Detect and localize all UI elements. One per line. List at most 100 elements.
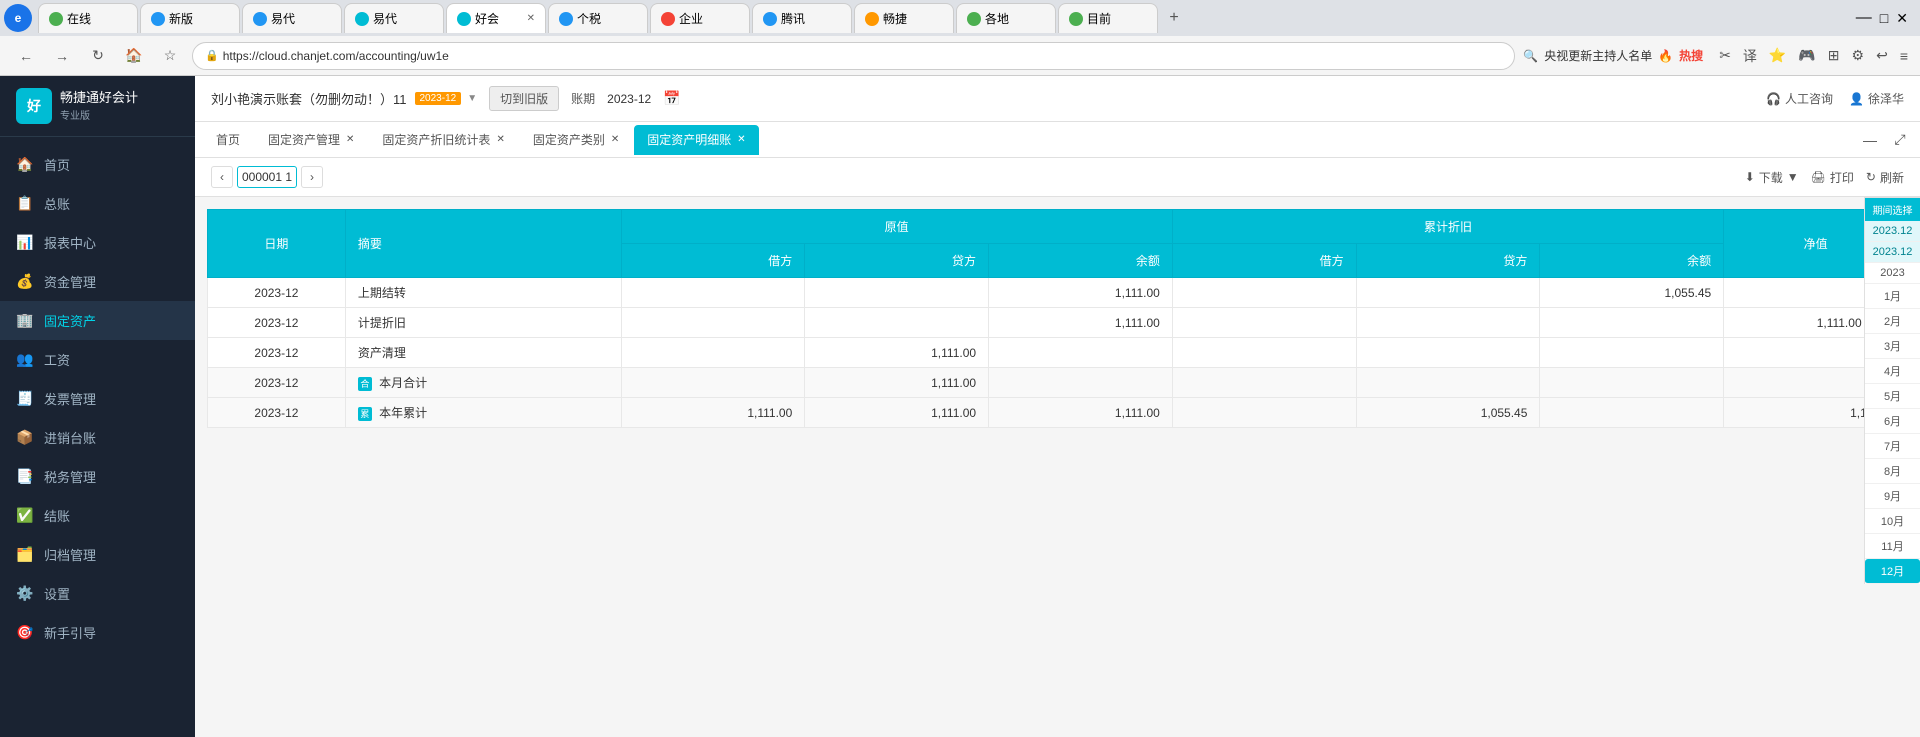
browser-tab-changjie[interactable]: 畅捷 — [854, 3, 954, 33]
sidebar-item-tax[interactable]: 📑 税务管理 — [0, 457, 195, 496]
grid-icon[interactable]: ⊞ — [1828, 47, 1840, 64]
row-accum-debit — [1172, 368, 1356, 398]
period-month-12[interactable]: 12月 — [1865, 559, 1920, 584]
sidebar-item-fixed-assets[interactable]: 🏢 固定资产 — [0, 301, 195, 340]
scissors-icon[interactable]: ✂ — [1719, 47, 1731, 64]
tab-close-icon[interactable]: ✕ — [496, 134, 504, 145]
user-profile[interactable]: 👤 徐泽华 — [1849, 90, 1904, 107]
star-icon[interactable]: ⭐ — [1769, 47, 1786, 64]
row-date: 2023-12 — [208, 398, 346, 428]
refresh-button[interactable]: ↻ 刷新 — [1866, 169, 1904, 186]
tab-close-icon[interactable]: ✕ — [346, 134, 354, 145]
browser-tab-new[interactable]: 新版 — [140, 3, 240, 33]
sidebar-item-sales[interactable]: 📦 进销台账 — [0, 418, 195, 457]
next-page-button[interactable]: › — [301, 166, 323, 188]
payroll-icon: 👥 — [16, 351, 34, 369]
period-month-5[interactable]: 5月 — [1865, 384, 1920, 409]
tab-asset-category[interactable]: 固定资产类别 ✕ — [520, 125, 632, 155]
forward-button[interactable]: → — [48, 42, 76, 70]
ssl-icon: 🔒 — [205, 49, 219, 62]
undo-icon[interactable]: ↩ — [1876, 47, 1888, 64]
account-selector[interactable]: 刘小艳演示账套（勿删勿动！）11 2023-12 ▼ — [211, 89, 477, 108]
sidebar-item-label: 设置 — [44, 584, 70, 603]
browser-tab-yidai1[interactable]: 易代 — [242, 3, 342, 33]
period-selected-end[interactable]: 2023.12 — [1865, 242, 1920, 263]
period-month-7[interactable]: 7月 — [1865, 434, 1920, 459]
tab-fixed-assets-mgmt[interactable]: 固定资产管理 ✕ — [255, 125, 367, 155]
sidebar-item-guide[interactable]: 🎯 新手引导 — [0, 613, 195, 652]
period-month-11[interactable]: 11月 — [1865, 534, 1920, 559]
period-month-4[interactable]: 4月 — [1865, 359, 1920, 384]
sidebar-item-label: 归档管理 — [44, 545, 96, 564]
sidebar-item-payroll[interactable]: 👥 工资 — [0, 340, 195, 379]
prev-page-button[interactable]: ‹ — [211, 166, 233, 188]
sidebar-item-closing[interactable]: ✅ 结账 — [0, 496, 195, 535]
browser-window: e 在线 新版 易代 易代 好会 ✕ 个税 企业 — [0, 0, 1920, 737]
tab-close-icon[interactable]: ✕ — [611, 134, 619, 145]
reload-button[interactable]: ↻ — [84, 42, 112, 70]
calendar-icon[interactable]: 📅 — [663, 90, 680, 107]
print-button[interactable]: 🖨 打印 — [1811, 169, 1854, 186]
browser-tab-tencent[interactable]: 腾讯 — [752, 3, 852, 33]
close-btn[interactable]: ✕ — [1896, 10, 1908, 27]
sidebar-item-label: 固定资产 — [44, 311, 96, 330]
tab-asset-detail[interactable]: 固定资产明细账 ✕ — [634, 125, 758, 155]
period-month-10[interactable]: 10月 — [1865, 509, 1920, 534]
sidebar-item-invoice[interactable]: 🧾 发票管理 — [0, 379, 195, 418]
logo-subtitle: 专业版 — [60, 107, 138, 122]
browser-tab-haohui[interactable]: 好会 ✕ — [446, 3, 546, 33]
sidebar-item-settings[interactable]: ⚙️ 设置 — [0, 574, 195, 613]
sidebar-item-archive[interactable]: 🗂️ 归档管理 — [0, 535, 195, 574]
browser-tab-enterprise[interactable]: 企业 — [650, 3, 750, 33]
period-year[interactable]: 2023 — [1865, 263, 1920, 284]
translate-icon[interactable]: 译 — [1743, 46, 1757, 66]
topbar-right: 🎧 人工咨询 👤 徐泽华 — [1766, 90, 1904, 107]
back-button[interactable]: ← — [12, 42, 40, 70]
period-month-8[interactable]: 8月 — [1865, 459, 1920, 484]
row-orig-debit — [621, 338, 805, 368]
minimize-tab-button[interactable]: — — [1858, 128, 1882, 152]
settings-icon[interactable]: ⚙ — [1852, 47, 1865, 64]
sidebar-item-funds[interactable]: 💰 资金管理 — [0, 262, 195, 301]
header-summary: 摘要 — [345, 210, 621, 278]
browser-tab-current[interactable]: 目前 — [1058, 3, 1158, 33]
menu-icon[interactable]: ≡ — [1900, 48, 1908, 64]
period-month-3[interactable]: 3月 — [1865, 334, 1920, 359]
period-month-6[interactable]: 6月 — [1865, 409, 1920, 434]
tab-label: 企业 — [679, 10, 703, 27]
sidebar-item-ledger[interactable]: 📋 总账 — [0, 184, 195, 223]
sidebar-item-home[interactable]: 🏠 首页 — [0, 145, 195, 184]
maximize-btn[interactable]: □ — [1880, 10, 1888, 26]
tab-home[interactable]: 首页 — [203, 125, 253, 155]
refresh-icon: ↻ — [1866, 170, 1876, 184]
page-input[interactable]: 000001 1 — [237, 166, 297, 188]
row-accum-debit — [1172, 338, 1356, 368]
download-label: 下载 — [1759, 169, 1783, 186]
bookmark-button[interactable]: ☆ — [156, 42, 184, 70]
browser-tab-yidai2[interactable]: 易代 — [344, 3, 444, 33]
support-button[interactable]: 🎧 人工咨询 — [1766, 90, 1833, 107]
gamepad-icon[interactable]: 🎮 — [1798, 47, 1815, 64]
browser-tab-online[interactable]: 在线 — [38, 3, 138, 33]
period-month-2[interactable]: 2月 — [1865, 309, 1920, 334]
tab-close-icon[interactable]: ✕ — [737, 134, 745, 145]
period-selected-start[interactable]: 2023.12 — [1865, 221, 1920, 242]
sidebar-item-report[interactable]: 📊 报表中心 — [0, 223, 195, 262]
net-value-text: 1,111.00 — [1817, 316, 1862, 330]
url-bar[interactable]: 🔒 https://cloud.chanjet.com/accounting/u… — [192, 42, 1515, 70]
tab-close-icon[interactable]: ✕ — [527, 13, 535, 24]
minimize-btn[interactable]: — — [1856, 9, 1872, 27]
tab-depreciation-stats[interactable]: 固定资产折旧统计表 ✕ — [369, 125, 517, 155]
tab-label: 固定资产折旧统计表 — [382, 131, 490, 148]
browser-tab-tax[interactable]: 个税 — [548, 3, 648, 33]
home-button[interactable]: 🏠 — [120, 42, 148, 70]
switch-version-button[interactable]: 切到旧版 — [489, 86, 559, 111]
maximize-tab-button[interactable]: ⤢ — [1888, 128, 1912, 152]
period-month-9[interactable]: 9月 — [1865, 484, 1920, 509]
tab-icon — [1069, 12, 1083, 26]
new-tab-button[interactable]: + — [1160, 4, 1188, 32]
download-button[interactable]: ⬇ 下载 ▼ — [1745, 169, 1799, 186]
browser-tab-gedi[interactable]: 各地 — [956, 3, 1056, 33]
tab-label: 固定资产明细账 — [647, 131, 731, 148]
period-month-1[interactable]: 1月 — [1865, 284, 1920, 309]
